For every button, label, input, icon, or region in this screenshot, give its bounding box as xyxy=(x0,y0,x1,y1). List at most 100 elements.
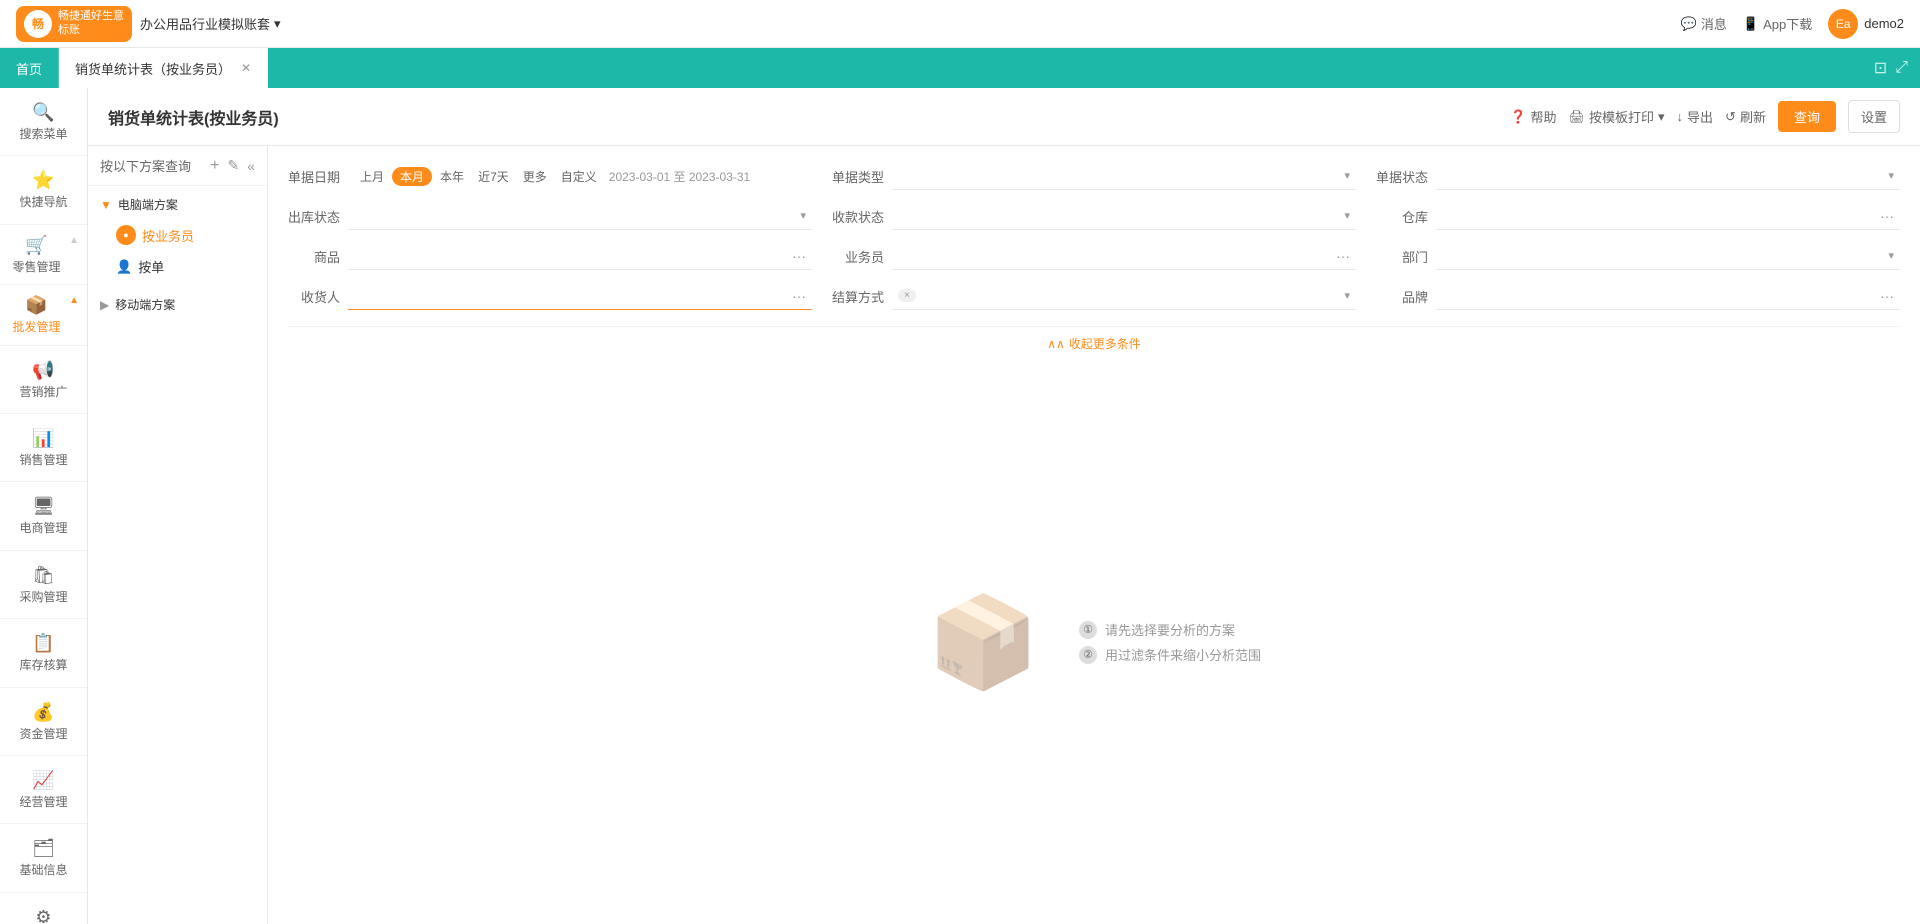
finance-icon: 💰 xyxy=(32,702,54,723)
payment-arrow-icon: ▾ xyxy=(1344,289,1350,302)
date-btn-last-month[interactable]: 上月 xyxy=(354,167,390,186)
wholesale-icon: 📦 xyxy=(25,295,47,316)
sidebar-item-sales[interactable]: 📊 销售管理 xyxy=(0,414,87,482)
payment-tag-close[interactable]: × xyxy=(904,290,910,301)
tab-home[interactable]: 首页 xyxy=(0,48,59,88)
sidebar-item-ecommerce[interactable]: 🖥 电商管理 xyxy=(0,482,87,550)
tab-close-icon[interactable]: ✕ xyxy=(241,61,251,75)
scheme-add-btn[interactable]: + xyxy=(210,157,219,175)
logo-icon: 畅 xyxy=(24,10,52,38)
purchase-icon: 🛍 xyxy=(32,565,55,586)
filter-salesperson: 业务员 ··· xyxy=(832,242,1356,270)
doc-status-select[interactable]: ▾ xyxy=(1436,162,1900,190)
out-status-select[interactable]: ▾ xyxy=(348,202,812,230)
sidebar-item-retail[interactable]: 🛒 零售管理 ▲ xyxy=(0,225,87,285)
doc-icon: 👤 xyxy=(116,259,132,275)
scheme-sub-salesperson[interactable]: ● 按业务员 xyxy=(88,219,267,251)
operation-icon: 📈 xyxy=(32,770,54,791)
filter-payment: 结算方式 × ▾ xyxy=(832,282,1356,310)
date-btn-custom[interactable]: 自定义 xyxy=(555,167,603,186)
filter-date: 单据日期 上月 本月 本年 近7天 更多 自定义 2023-03-01 至 20… xyxy=(288,162,812,190)
chevron-down-icon: ▾ xyxy=(274,16,281,32)
filter-doc-type: 单据类型 ▾ xyxy=(832,162,1356,190)
tab-sales-stat[interactable]: 销货单统计表（按业务员） ✕ xyxy=(59,48,268,88)
salesperson-dots-icon: ··· xyxy=(1336,248,1350,264)
filter-out-status: 出库状态 ▾ xyxy=(288,202,812,230)
logo-text: 畅捷通好生意 标账 xyxy=(58,10,124,36)
empty-illustration: 📦 xyxy=(927,590,1039,695)
refresh-icon: ↺ xyxy=(1725,109,1736,125)
sidebar-item-quick-nav[interactable]: ⭐ 快捷导航 xyxy=(0,156,87,224)
department-select[interactable]: ▾ xyxy=(1436,242,1900,270)
sidebar-item-purchase[interactable]: 🛍 采购管理 xyxy=(0,551,87,619)
username: demo2 xyxy=(1864,16,1904,31)
empty-tip-1: ① 请先选择要分析的方案 xyxy=(1079,620,1261,639)
user-menu[interactable]: Ea demo2 xyxy=(1828,9,1904,39)
scheme-collapse-btn[interactable]: « xyxy=(247,158,255,174)
sidebar-item-marketing[interactable]: 📢 营销推广 xyxy=(0,346,87,414)
date-btn-this-year[interactable]: 本年 xyxy=(434,167,470,186)
tab-minimize-icon[interactable]: ⊡ xyxy=(1874,58,1887,78)
goods-input[interactable]: ··· xyxy=(348,242,812,270)
filter-brand: 品牌 ··· xyxy=(1376,282,1900,310)
salesperson-input[interactable]: ··· xyxy=(892,242,1356,270)
collapse-btn[interactable]: ∧∧ 收起更多条件 xyxy=(288,326,1900,360)
page-header: 销货单统计表(按业务员) ❓ 帮助 🖨 按模板打印 ▾ ↓ xyxy=(88,88,1920,146)
chevron-up-icon: ▲ xyxy=(69,295,79,306)
sidebar-item-operation[interactable]: 📈 经营管理 xyxy=(0,756,87,824)
doc-type-select[interactable]: ▾ xyxy=(892,162,1356,190)
scheme-edit-btn[interactable]: ✎ xyxy=(227,157,239,174)
sidebar-item-base[interactable]: 🗂 基础信息 xyxy=(0,824,87,892)
filter-department: 部门 ▾ xyxy=(1376,242,1900,270)
system-icon: ⚙ xyxy=(35,907,51,924)
sidebar-item-search[interactable]: 🔍 搜索菜单 xyxy=(0,88,87,156)
collapse-up-icon: ∧∧ xyxy=(1047,337,1065,351)
export-btn[interactable]: ↓ 导出 xyxy=(1677,107,1714,126)
empty-tip-2: ② 用过滤条件来缩小分析范围 xyxy=(1079,645,1261,664)
mobile-icon: 📱 xyxy=(1743,16,1759,32)
print-btn[interactable]: 🖨 按模板打印 ▾ xyxy=(1568,107,1664,126)
avatar: Ea xyxy=(1828,9,1858,39)
filter-doc-status: 单据状态 ▾ xyxy=(1376,162,1900,190)
payment-select[interactable]: × ▾ xyxy=(892,282,1356,310)
help-btn[interactable]: ❓ 帮助 xyxy=(1510,107,1556,126)
scheme-sub-doc[interactable]: 👤 按单 xyxy=(88,251,267,282)
chevron-icon: ▲ xyxy=(69,235,79,246)
sidebar-item-finance[interactable]: 💰 资金管理 xyxy=(0,688,87,756)
enterprise-selector[interactable]: 办公用品行业模拟账套 ▾ xyxy=(140,14,281,33)
warehouse-input[interactable]: ··· xyxy=(1436,202,1900,230)
refresh-btn[interactable]: ↺ 刷新 xyxy=(1725,107,1766,126)
filter-consignee: 收货人 ··· xyxy=(288,282,812,310)
help-icon: ❓ xyxy=(1510,109,1526,125)
sidebar-item-wholesale[interactable]: 📦 批发管理 ▲ xyxy=(0,285,87,345)
logo: 畅 畅捷通好生意 标账 xyxy=(16,6,132,42)
consignee-dots-icon: ··· xyxy=(792,288,806,304)
message-btn[interactable]: 💬 消息 xyxy=(1681,14,1727,33)
message-icon: 💬 xyxy=(1681,16,1697,32)
query-btn[interactable]: 查询 xyxy=(1778,101,1836,132)
date-btn-more[interactable]: 更多 xyxy=(517,167,553,186)
app-download-btn[interactable]: 📱 App下载 xyxy=(1743,14,1812,33)
brand-input[interactable]: ··· xyxy=(1436,282,1900,310)
doc-type-arrow-icon: ▾ xyxy=(1344,169,1350,182)
receive-status-select[interactable]: ▾ xyxy=(892,202,1356,230)
marketing-icon: 📢 xyxy=(32,360,54,381)
settings-btn[interactable]: 设置 xyxy=(1848,100,1900,133)
base-icon: 🗂 xyxy=(32,838,55,859)
brand-dots-icon: ··· xyxy=(1880,288,1894,304)
tab-expand-icon[interactable]: ⤢ xyxy=(1895,59,1908,77)
export-icon: ↓ xyxy=(1677,109,1684,124)
date-btn-this-month[interactable]: 本月 xyxy=(392,167,432,186)
sidebar-item-inventory[interactable]: 📋 库存核算 xyxy=(0,619,87,687)
ecommerce-icon: 🖥 xyxy=(32,496,55,517)
retail-icon: 🛒 xyxy=(25,235,47,256)
scheme-group-pc-header[interactable]: ▼ 电脑端方案 xyxy=(88,190,267,219)
date-btn-7days[interactable]: 近7天 xyxy=(472,167,515,186)
scheme-panel-header: 按以下方案查询 xyxy=(100,156,191,175)
scheme-group-mobile-header[interactable]: ▶ 移动端方案 xyxy=(88,290,267,319)
print-arrow-icon: ▾ xyxy=(1658,109,1665,125)
scheme-badge: ● xyxy=(116,225,136,245)
sidebar-item-system[interactable]: ⚙ 系统管理 xyxy=(0,893,87,924)
consignee-input[interactable]: ··· xyxy=(348,282,812,310)
department-arrow-icon: ▾ xyxy=(1888,249,1894,262)
